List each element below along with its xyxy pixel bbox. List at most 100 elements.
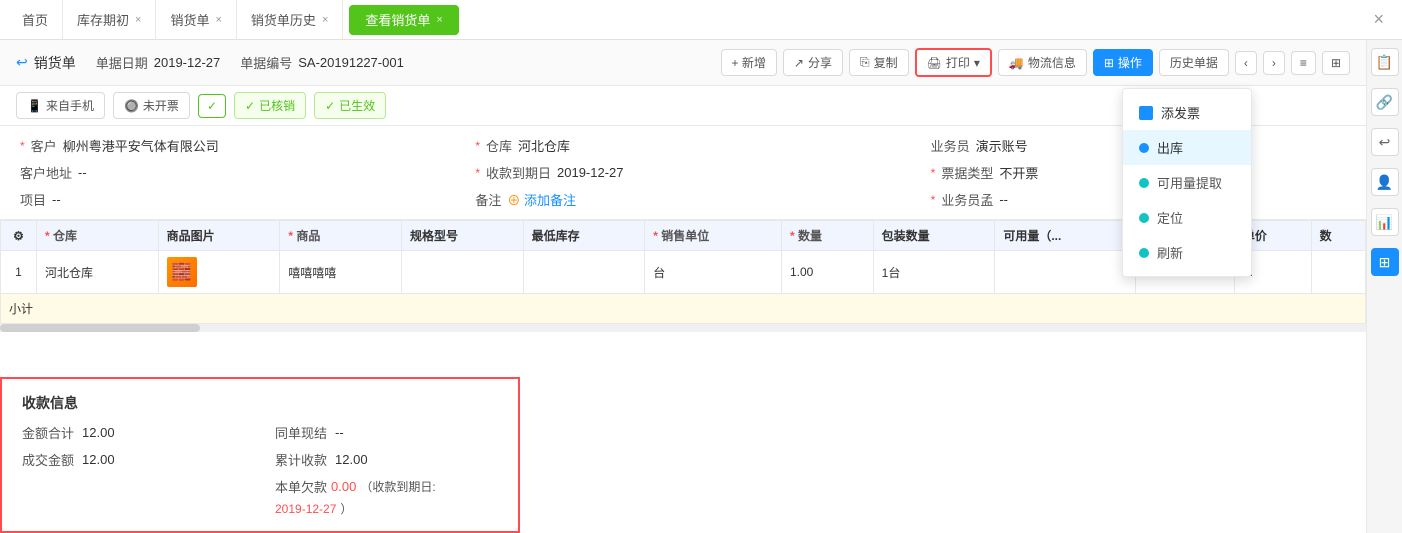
sidebar-icon-6[interactable]: ⊞ [1371, 248, 1399, 276]
document-header: ↩ 销货单 单据日期 2019-12-27 单据编号 SA-20191227-0… [0, 40, 1366, 86]
salesperson2-label: 业务员孟 [941, 190, 993, 209]
salesperson-value: 演示账号 [976, 136, 1028, 155]
sidebar-icon-3[interactable]: ↩ [1371, 128, 1399, 156]
same-order-label: 同单现结 [275, 423, 327, 442]
balance-note: （收款到期日: [360, 478, 435, 495]
salesperson-label: 业务员 [931, 136, 970, 155]
col-available: 可用量（... [995, 221, 1135, 251]
row-available [995, 251, 1135, 294]
sidebar-icon-2[interactable]: 🔗 [1371, 88, 1399, 116]
col-extra: 数 [1311, 221, 1365, 251]
available-dot [1139, 178, 1149, 188]
row-spec [401, 251, 523, 294]
refresh-dot [1139, 248, 1149, 258]
check-button[interactable]: ✓ [198, 94, 226, 118]
transaction-label: 成交金额 [22, 450, 74, 469]
sidebar-icon-4[interactable]: 👤 [1371, 168, 1399, 196]
nav-prev-button[interactable]: ‹ [1235, 51, 1257, 75]
logistics-icon: 🚚 [1009, 56, 1024, 70]
dropdown-item-locate[interactable]: 定位 [1123, 200, 1251, 235]
col-quantity: * 数量 [781, 221, 873, 251]
right-sidebar: 📋 🔗 ↩ 👤 📊 ⊞ [1366, 40, 1402, 533]
operation-icon: ⊞ [1104, 56, 1114, 70]
col-gear: ⚙ [1, 221, 37, 251]
sold-button[interactable]: ✓ 已核销 [234, 92, 306, 119]
effective-button[interactable]: ✓ 已生效 [314, 92, 386, 119]
share-button[interactable]: ↗ 分享 [783, 49, 843, 76]
tab-sales[interactable]: 销货单 × [156, 0, 236, 40]
sidebar-icon-5[interactable]: 📊 [1371, 208, 1399, 236]
col-pkg-qty: 包装数量 [873, 221, 995, 251]
payment-section: 收款信息 金额合计 12.00 同单现结 -- 成交金额 12.00 累计收款 … [0, 377, 520, 533]
customer-field-label: 客户 [31, 136, 57, 155]
cumulative-label: 累计收款 [275, 450, 327, 469]
new-button[interactable]: + 新增 [721, 49, 777, 76]
due-date-value: 2019-12-27 [557, 165, 624, 180]
col-spec: 规格型号 [401, 221, 523, 251]
customer-label: * [20, 139, 25, 153]
row-pkg-qty: 1台 [873, 251, 995, 294]
dropdown-item-available[interactable]: 可用量提取 [1123, 165, 1251, 200]
project-label: 项目 [20, 190, 46, 209]
not-opened-button[interactable]: 🔘 未开票 [113, 92, 190, 119]
print-icon: 🖨 [927, 56, 942, 70]
col-warehouse: * 仓库 [37, 221, 159, 251]
subtotal-label: 小计 [1, 294, 1366, 324]
transaction-value: 12.00 [82, 452, 115, 467]
operation-button[interactable]: ⊞ 操作 [1093, 49, 1153, 76]
window-close-button[interactable]: × [1363, 9, 1394, 30]
tab-inventory-close[interactable]: × [135, 14, 141, 26]
due-date-label: 收款到期日 [486, 163, 551, 182]
history-button[interactable]: 历史单据 [1159, 49, 1229, 76]
dropdown-menu: 添发票 出库 可用量提取 定位 刷新 [1122, 88, 1252, 277]
dropdown-item-add-invoice[interactable]: 添发票 [1123, 95, 1251, 130]
salesperson2-value: -- [999, 192, 1008, 207]
tab-view-sales-close[interactable]: × [436, 14, 442, 26]
nav-next-button[interactable]: › [1263, 51, 1285, 75]
balance-date: 2019-12-27 [275, 502, 336, 516]
due-date-required: * [475, 166, 480, 180]
document-title: 销货单 [34, 53, 76, 73]
row-extra [1311, 251, 1365, 294]
address-label: 客户地址 [20, 163, 72, 182]
tab-sales-history-close[interactable]: × [322, 14, 328, 26]
tab-sales-close[interactable]: × [215, 14, 221, 26]
tab-bar: 首页 库存期初 × 销货单 × 销货单历史 × 查看销货单 × × [0, 0, 1402, 40]
ticket-type-value: 不开票 [999, 163, 1038, 182]
tab-sales-history[interactable]: 销货单历史 × [237, 0, 343, 40]
sold-icon: ✓ [245, 99, 255, 113]
add-invoice-icon [1139, 106, 1153, 120]
tab-home[interactable]: 首页 [8, 0, 63, 40]
warehouse-required: * [475, 139, 480, 153]
project-value: -- [52, 192, 61, 207]
print-button[interactable]: 🖨 打印 ▾ [915, 48, 992, 77]
from-phone-button[interactable]: 📱 来自手机 [16, 92, 105, 119]
phone-icon: 📱 [27, 99, 42, 113]
date-label: 单据日期 [96, 53, 148, 72]
add-note-button[interactable]: ⊕ 添加备注 [507, 190, 576, 209]
effective-icon: ✓ [325, 99, 335, 113]
locate-dot [1139, 213, 1149, 223]
tab-inventory[interactable]: 库存期初 × [63, 0, 156, 40]
dropdown-item-outbound[interactable]: 出库 [1123, 130, 1251, 165]
sidebar-icon-1[interactable]: 📋 [1371, 48, 1399, 76]
total-value: 12.00 [82, 425, 115, 440]
copy-button[interactable]: ⎘ 复制 [849, 49, 909, 76]
balance-paren-close: ） [340, 500, 352, 517]
view-list-button[interactable]: ≡ [1291, 51, 1316, 75]
cumulative-value: 12.00 [335, 452, 368, 467]
salesperson2-required: * [931, 193, 936, 207]
address-value: -- [78, 165, 87, 180]
dropdown-item-refresh[interactable]: 刷新 [1123, 235, 1251, 270]
tab-view-sales[interactable]: 查看销货单 × [349, 5, 458, 35]
print-dropdown-icon: ▾ [974, 56, 980, 70]
col-min-stock: 最低库存 [523, 221, 645, 251]
ticket-icon: 🔘 [124, 99, 139, 113]
ticket-type-required: * [931, 166, 936, 180]
same-order-value: -- [335, 425, 344, 440]
number-value: SA-20191227-001 [298, 55, 404, 70]
row-image: 🧱 [158, 251, 280, 294]
row-unit: 台 [645, 251, 782, 294]
view-grid-button[interactable]: ⊞ [1322, 51, 1350, 75]
logistics-button[interactable]: 🚚 物流信息 [998, 49, 1087, 76]
